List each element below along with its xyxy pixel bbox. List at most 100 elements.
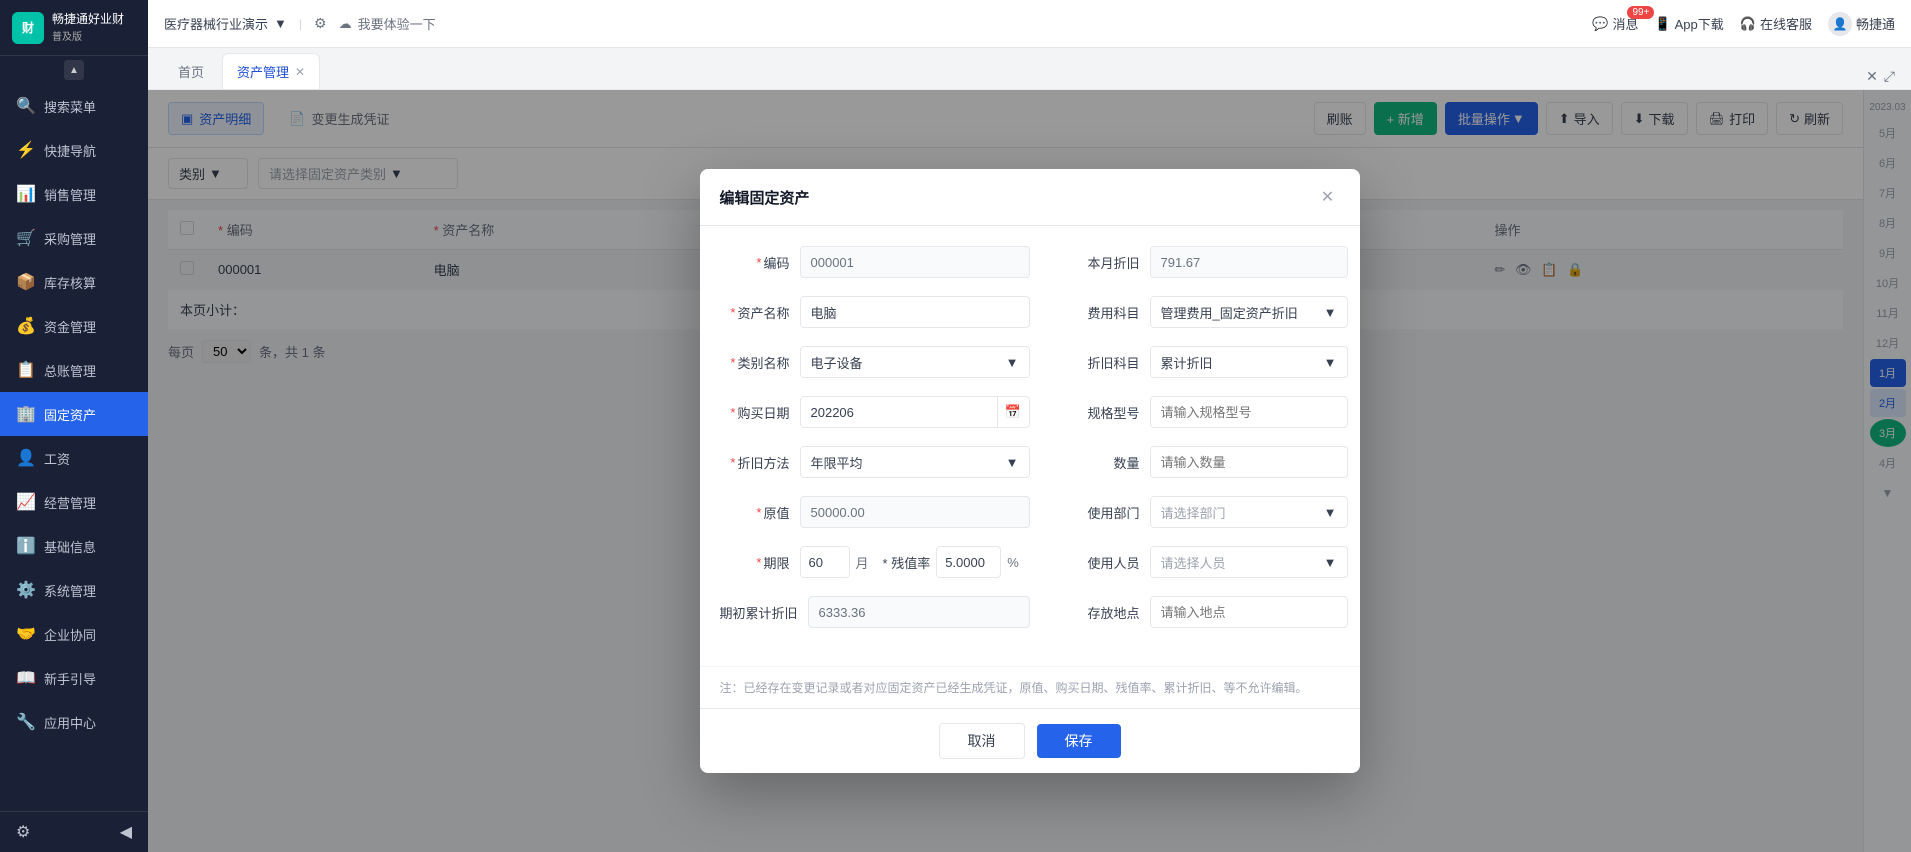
- form-row-acc-dep: 期初累计折旧: [720, 596, 1030, 628]
- sidebar-item-fixed-assets[interactable]: 🏢 固定资产: [0, 392, 148, 436]
- expense-account-select[interactable]: 管理费用_固定资产折旧 ▼: [1150, 296, 1348, 328]
- sidebar-item-salary[interactable]: 👤 工资: [0, 436, 148, 480]
- spec-input[interactable]: [1150, 396, 1348, 428]
- residual-label: * 残值率: [883, 553, 931, 572]
- dep-account-select[interactable]: 累计折旧 ▼: [1150, 346, 1348, 378]
- user-btn[interactable]: 👤 畅捷通: [1828, 12, 1895, 36]
- name-input[interactable]: [800, 296, 1030, 328]
- tab-close-window-icon[interactable]: ✕: [1866, 68, 1878, 85]
- tab-controls: ✕ ⤢: [1866, 68, 1895, 89]
- sidebar-item-label: 采购管理: [44, 229, 96, 248]
- sidebar-item-system[interactable]: ⚙️ 系统管理: [0, 568, 148, 612]
- sidebar-item-label: 总账管理: [44, 361, 96, 380]
- sidebar-item-newbie[interactable]: 📖 新手引导: [0, 656, 148, 700]
- form-row-expense-account: 费用科目 管理费用_固定资产折旧 ▼: [1070, 296, 1348, 328]
- sidebar-item-ledger[interactable]: 📋 总账管理: [0, 348, 148, 392]
- logo-title: 畅捷通好业财: [52, 12, 124, 28]
- spec-label: 规格型号: [1070, 403, 1140, 422]
- topbar-separator: |: [299, 17, 302, 31]
- app-download-btn[interactable]: 📱 App下载: [1654, 14, 1723, 33]
- modal-footer: 取消 保存: [700, 708, 1360, 773]
- sidebar-item-sales[interactable]: 📊 销售管理: [0, 172, 148, 216]
- sidebar-item-label: 库存核算: [44, 273, 96, 292]
- dep-account-chevron-icon: ▼: [1324, 355, 1337, 370]
- finance-icon: 💰: [16, 316, 34, 336]
- monthly-dep-input[interactable]: [1150, 246, 1348, 278]
- content-wrapper: ▣ 资产明细 📄 变更生成凭证 刷账 + 新增: [148, 90, 1911, 852]
- sidebar-item-appcenter[interactable]: 🔧 应用中心: [0, 700, 148, 744]
- purchase-date-label: * 购买日期: [720, 403, 790, 422]
- code-input[interactable]: [800, 246, 1030, 278]
- sidebar-nav: 🔍 搜索菜单 ⚡ 快捷导航 📊 销售管理 🛒 采购管理 📦 库存核算 💰 资金管…: [0, 84, 148, 811]
- sidebar-item-inventory[interactable]: 📦 库存核算: [0, 260, 148, 304]
- modal-close-btn[interactable]: ✕: [1316, 185, 1340, 209]
- sidebar-item-label: 企业协同: [44, 625, 96, 644]
- tab-expand-icon[interactable]: ⤢: [1884, 68, 1895, 85]
- cancel-button[interactable]: 取消: [939, 723, 1025, 759]
- sidebar-item-purchase[interactable]: 🛒 采购管理: [0, 216, 148, 260]
- dept-chevron-icon: ▼: [1324, 505, 1337, 520]
- main-content: 医疗器械行业演示 ▼ | ⚙ ☁ 我要体验一下 💬 消息 99+ 📱 App下载…: [148, 0, 1911, 852]
- purchase-date-input[interactable]: [801, 397, 997, 427]
- sidebar-item-label: 固定资产: [44, 405, 96, 424]
- expense-account-label: 费用科目: [1070, 303, 1140, 322]
- message-btn[interactable]: 💬 消息 99+: [1592, 14, 1638, 33]
- sidebar-item-label: 资金管理: [44, 317, 96, 336]
- logo-icon: 财: [12, 12, 44, 44]
- sidebar-scroll-up[interactable]: ▲: [64, 60, 84, 80]
- form-row-period: * 期限 月 * 残值率 %: [720, 546, 1030, 578]
- collapse-icon[interactable]: ◀: [120, 822, 132, 842]
- sales-icon: 📊: [16, 184, 34, 204]
- category-select[interactable]: 电子设备 ▼: [800, 346, 1030, 378]
- form-row-department: 使用部门 请选择部门 ▼: [1070, 496, 1348, 528]
- department-select[interactable]: 请选择部门 ▼: [1150, 496, 1348, 528]
- period-input[interactable]: [800, 546, 850, 578]
- form-row-spec: 规格型号: [1070, 396, 1348, 428]
- settings-gear-icon[interactable]: ⚙: [314, 15, 327, 32]
- company-selector[interactable]: 医疗器械行业演示 ▼: [164, 14, 287, 33]
- user-select[interactable]: 请选择人员 ▼: [1150, 546, 1348, 578]
- app-logo: 财 畅捷通好业财 普及版: [0, 0, 148, 56]
- basic-info-icon: ℹ️: [16, 536, 34, 556]
- username-label: 畅捷通: [1856, 14, 1895, 33]
- settings-icon[interactable]: ⚙: [16, 822, 30, 842]
- save-button[interactable]: 保存: [1037, 724, 1121, 758]
- quantity-input[interactable]: [1150, 446, 1348, 478]
- sidebar-item-operation[interactable]: 📈 经营管理: [0, 480, 148, 524]
- acc-dep-input[interactable]: [808, 596, 1030, 628]
- sidebar-item-quicknav[interactable]: ⚡ 快捷导航: [0, 128, 148, 172]
- tab-close-icon[interactable]: ✕: [295, 65, 305, 79]
- online-service-btn[interactable]: 🎧 在线客服: [1740, 14, 1812, 33]
- form-row-category: * 类别名称 电子设备 ▼: [720, 346, 1030, 378]
- category-select-value: 电子设备: [811, 353, 863, 372]
- form-row-user: 使用人员 请选择人员 ▼: [1070, 546, 1348, 578]
- purchase-icon: 🛒: [16, 228, 34, 248]
- location-input[interactable]: [1150, 596, 1348, 628]
- sidebar-item-basic-info[interactable]: ℹ️ 基础信息: [0, 524, 148, 568]
- calendar-icon[interactable]: 📅: [997, 396, 1029, 428]
- form-row-quantity: 数量: [1070, 446, 1348, 478]
- form-row-name: * 资产名称: [720, 296, 1030, 328]
- original-value-label: * 原值: [720, 503, 790, 522]
- experience-btn[interactable]: ☁ 我要体验一下: [339, 14, 436, 33]
- sidebar-item-label: 基础信息: [44, 537, 96, 556]
- logo-sub: 普及版: [52, 28, 124, 43]
- period-label: * 期限: [720, 553, 790, 572]
- residual-rate-input[interactable]: [936, 546, 1001, 578]
- form-row-dep-method: * 折旧方法 年限平均 ▼: [720, 446, 1030, 478]
- sidebar-item-label: 搜索菜单: [44, 97, 96, 116]
- tab-home[interactable]: 首页: [164, 53, 218, 89]
- message-badge: 99+: [1627, 6, 1654, 19]
- appcenter-icon: 🔧: [16, 712, 34, 732]
- sidebar-item-collab[interactable]: 🤝 企业协同: [0, 612, 148, 656]
- dep-method-select[interactable]: 年限平均 ▼: [800, 446, 1030, 478]
- tab-asset-management[interactable]: 资产管理 ✕: [222, 53, 320, 89]
- phone-icon: 📱: [1654, 16, 1670, 32]
- expense-account-value: 管理费用_固定资产折旧: [1161, 303, 1298, 322]
- form-row-code: * 编码: [720, 246, 1030, 278]
- original-value-input[interactable]: [800, 496, 1030, 528]
- form-row-purchase-date: * 购买日期 📅: [720, 396, 1030, 428]
- sidebar-item-search[interactable]: 🔍 搜索菜单: [0, 84, 148, 128]
- dep-account-value: 累计折旧: [1161, 353, 1213, 372]
- sidebar-item-finance[interactable]: 💰 资金管理: [0, 304, 148, 348]
